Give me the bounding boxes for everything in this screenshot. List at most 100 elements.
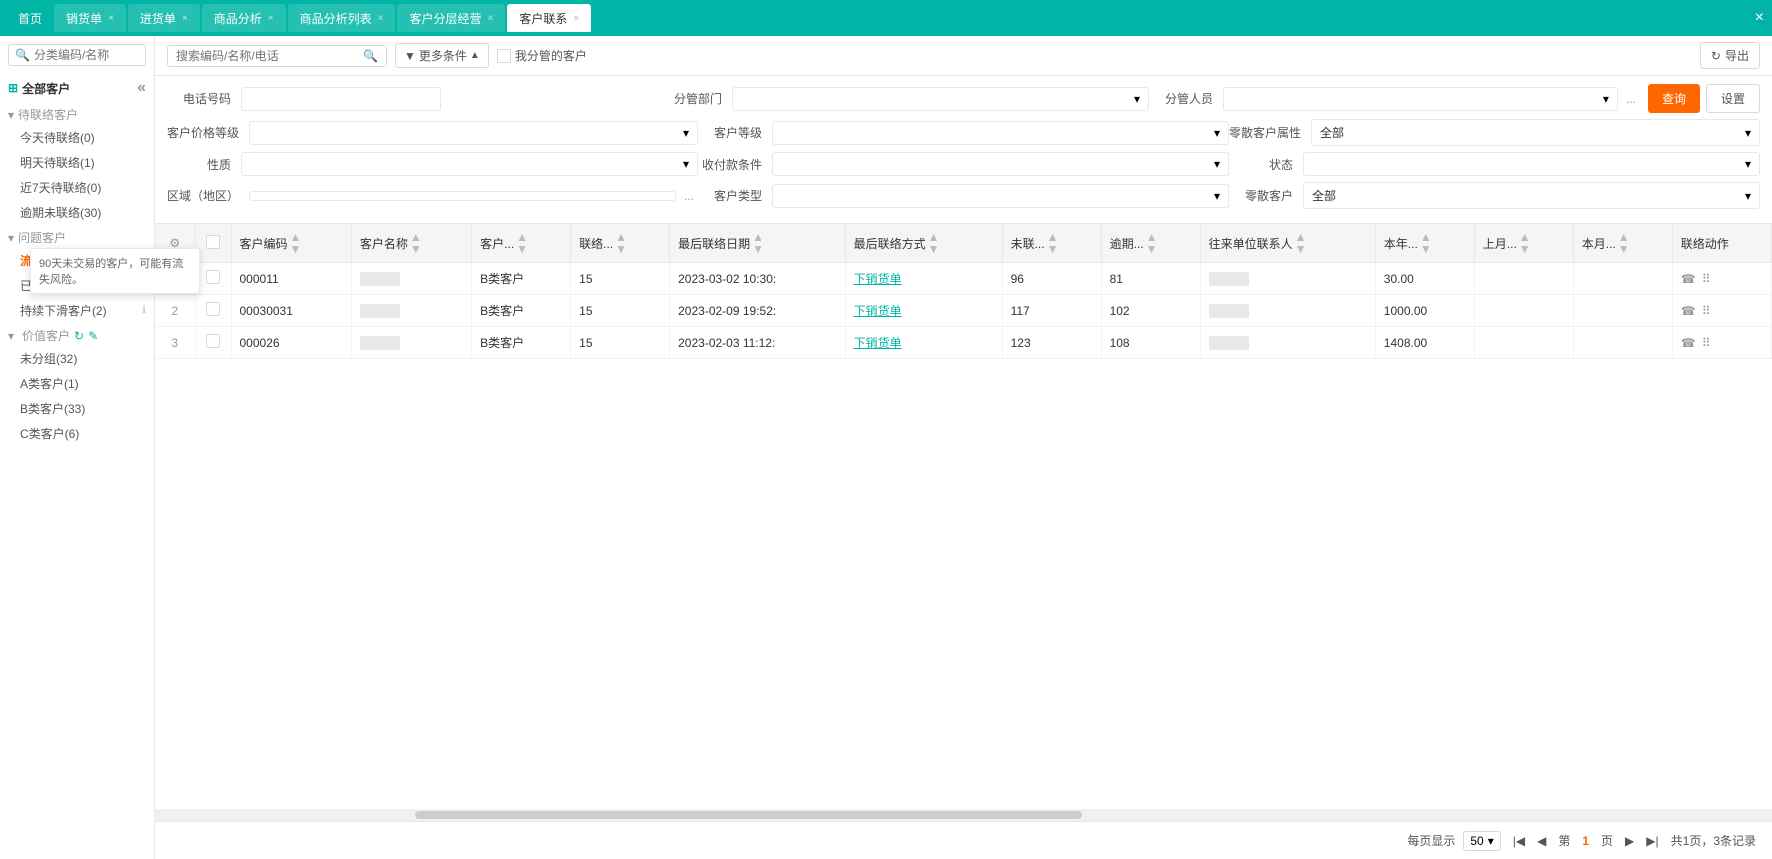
tab-purchase-close[interactable]: × (182, 13, 188, 24)
payment-select[interactable]: ▾ (772, 152, 1229, 176)
sidebar-section-problem[interactable]: ▾ 问题客户 (0, 225, 154, 248)
person-select[interactable]: ▾ (1223, 87, 1618, 111)
tab-analysis[interactable]: 商品分析 × (202, 4, 286, 32)
customer-type-select[interactable]: ▾ (772, 184, 1229, 208)
gender-select[interactable]: ▾ (241, 152, 698, 176)
page-suffix: 页 (1597, 830, 1617, 851)
per-page-select[interactable]: 50 ▾ (1463, 831, 1500, 851)
chevron-down-icon: ▲ (470, 50, 480, 61)
last-method-link[interactable]: 下销货单 (854, 336, 902, 350)
filter-row-3: 性质 ▾ 收付款条件 ▾ 状态 (167, 152, 1760, 176)
tab-customer-contact-close[interactable]: × (573, 13, 579, 24)
next-page-btn[interactable]: ▶ (1621, 832, 1638, 850)
tab-customer-layer-close[interactable]: × (487, 13, 493, 24)
th-last-method[interactable]: 最后联络方式 ▲▼ (845, 224, 1002, 263)
th-name[interactable]: 客户名称 ▲▼ (351, 224, 471, 263)
tab-sales[interactable]: 销货单 × (54, 4, 126, 32)
section-pending-label: 待联络客户 (18, 106, 78, 123)
th-contact-count[interactable]: 联络... ▲▼ (571, 224, 670, 263)
my-customers-checkbox[interactable]: 我分管的客户 (497, 47, 587, 64)
row-checkbox[interactable] (206, 334, 220, 348)
edit-icon[interactable]: ✎ (88, 329, 98, 343)
th-checkbox[interactable] (195, 224, 231, 263)
tab-purchase[interactable]: 进货单 × (128, 4, 200, 32)
region-select[interactable] (249, 191, 676, 201)
sort-arrows-type: ▲▼ (516, 231, 528, 255)
more-conditions-btn[interactable]: ▼ 更多条件 ▲ (395, 43, 489, 68)
chevron-down-icon-10: ▾ (1214, 189, 1220, 203)
query-btn[interactable]: 查询 (1648, 84, 1700, 113)
main-layout: 🔍 ⊞ 全部客户 « ▾ 待联络客户 今天待联络(0) 明天待联络(1) 近7天… (0, 36, 1772, 859)
cell-check[interactable] (195, 327, 231, 359)
last-page-btn[interactable]: ▶| (1642, 832, 1662, 850)
chevron-down-icon-9: ▾ (1745, 157, 1751, 171)
price-grade-label: 客户价格等级 (167, 124, 245, 141)
sidebar-section-value[interactable]: ▾ 价值客户 ↻ ✎ (0, 323, 154, 346)
th-last-date[interactable]: 最后联络日期 ▲▼ (670, 224, 846, 263)
header-checkbox[interactable] (206, 235, 220, 249)
th-uncontacted[interactable]: 未联... ▲▼ (1002, 224, 1101, 263)
scrollbar-thumb[interactable] (415, 811, 1082, 819)
horizontal-scrollbar[interactable] (155, 809, 1772, 821)
export-btn[interactable]: ↻ 导出 (1700, 42, 1760, 69)
tab-analysis-list[interactable]: 商品分析列表 × (288, 4, 396, 32)
more-action-icon[interactable]: ⠿ (1702, 336, 1711, 350)
th-this-month[interactable]: 本月... ▲▼ (1573, 224, 1672, 263)
dept-select[interactable]: ▾ (732, 87, 1149, 111)
phone-input[interactable] (241, 87, 441, 111)
tab-analysis-list-close[interactable]: × (378, 13, 384, 24)
th-customer-type[interactable]: 客户... ▲▼ (472, 224, 571, 263)
refresh-icon[interactable]: ↻ (74, 329, 84, 343)
th-code[interactable]: 客户编码 ▲▼ (231, 224, 351, 263)
sidebar-item-declining[interactable]: 持续下滑客户(2) ℹ (0, 298, 154, 323)
last-method-link[interactable]: 下销货单 (854, 272, 902, 286)
contact-icon[interactable]: ☎ (1681, 304, 1696, 318)
sidebar-item-ungroup[interactable]: 未分组(32) (0, 346, 154, 371)
contact-icon[interactable]: ☎ (1681, 336, 1696, 350)
th-overdue[interactable]: 逾期... ▲▼ (1101, 224, 1200, 263)
sidebar-item-tomorrow[interactable]: 明天待联络(1) (0, 150, 154, 175)
checkbox-icon[interactable] (497, 49, 511, 63)
window-close-icon[interactable]: × (1755, 9, 1764, 27)
th-this-year[interactable]: 本年... ▲▼ (1375, 224, 1474, 263)
collapse-icon[interactable]: « (137, 79, 146, 97)
settings-btn[interactable]: 设置 (1706, 84, 1760, 113)
tab-customer-layer[interactable]: 客户分层经营 × (397, 4, 505, 32)
tab-customer-contact[interactable]: 客户联系 × (507, 4, 591, 32)
tab-analysis-close[interactable]: × (268, 13, 274, 24)
tab-home[interactable]: 首页 (8, 4, 52, 32)
sort-arrows-overdue: ▲▼ (1146, 231, 1158, 255)
sidebar-item-overdue[interactable]: 逾期未联络(30) (0, 200, 154, 225)
last-method-link[interactable]: 下销货单 (854, 304, 902, 318)
sidebar-item-a-class[interactable]: A类客户(1) (0, 371, 154, 396)
sidebar-section-pending[interactable]: ▾ 待联络客户 (0, 102, 154, 125)
contact-icon[interactable]: ☎ (1681, 272, 1696, 286)
sidebar-all-customers[interactable]: ⊞ 全部客户 « (0, 74, 154, 102)
row-checkbox[interactable] (206, 302, 220, 316)
zero-retail-attr-select[interactable]: 全部 ▾ (1311, 119, 1760, 146)
region-more-btn[interactable]: ... (680, 189, 698, 203)
th-last-month[interactable]: 上月... ▲▼ (1474, 224, 1573, 263)
more-action-icon[interactable]: ⠿ (1702, 304, 1711, 318)
prev-page-btn[interactable]: ◀ (1533, 832, 1550, 850)
zero-retail-select[interactable]: 全部 ▾ (1303, 182, 1760, 209)
search-input[interactable] (176, 49, 359, 63)
first-page-btn[interactable]: |◀ (1509, 832, 1529, 850)
grade-select[interactable]: ▾ (772, 121, 1229, 145)
sidebar-item-7days[interactable]: 近7天待联络(0) (0, 175, 154, 200)
cell-check[interactable] (195, 263, 231, 295)
status-select[interactable]: ▾ (1303, 152, 1760, 176)
search-icon[interactable]: 🔍 (363, 49, 378, 63)
sidebar-item-b-class[interactable]: B类客户(33) (0, 396, 154, 421)
sidebar-item-today[interactable]: 今天待联络(0) (0, 125, 154, 150)
row-checkbox[interactable] (206, 270, 220, 284)
more-action-icon[interactable]: ⠿ (1702, 272, 1711, 286)
sidebar-item-c-class[interactable]: C类客户(6) (0, 421, 154, 446)
zero-retail-attr-val: 全部 (1320, 124, 1344, 141)
cell-check[interactable] (195, 295, 231, 327)
tab-sales-close[interactable]: × (108, 13, 114, 24)
price-grade-select[interactable]: ▾ (249, 121, 698, 145)
th-contact-person[interactable]: 往来单位联系人 ▲▼ (1200, 224, 1375, 263)
person-more-btn[interactable]: ... (1622, 92, 1640, 106)
sidebar-search-input[interactable] (34, 48, 139, 62)
